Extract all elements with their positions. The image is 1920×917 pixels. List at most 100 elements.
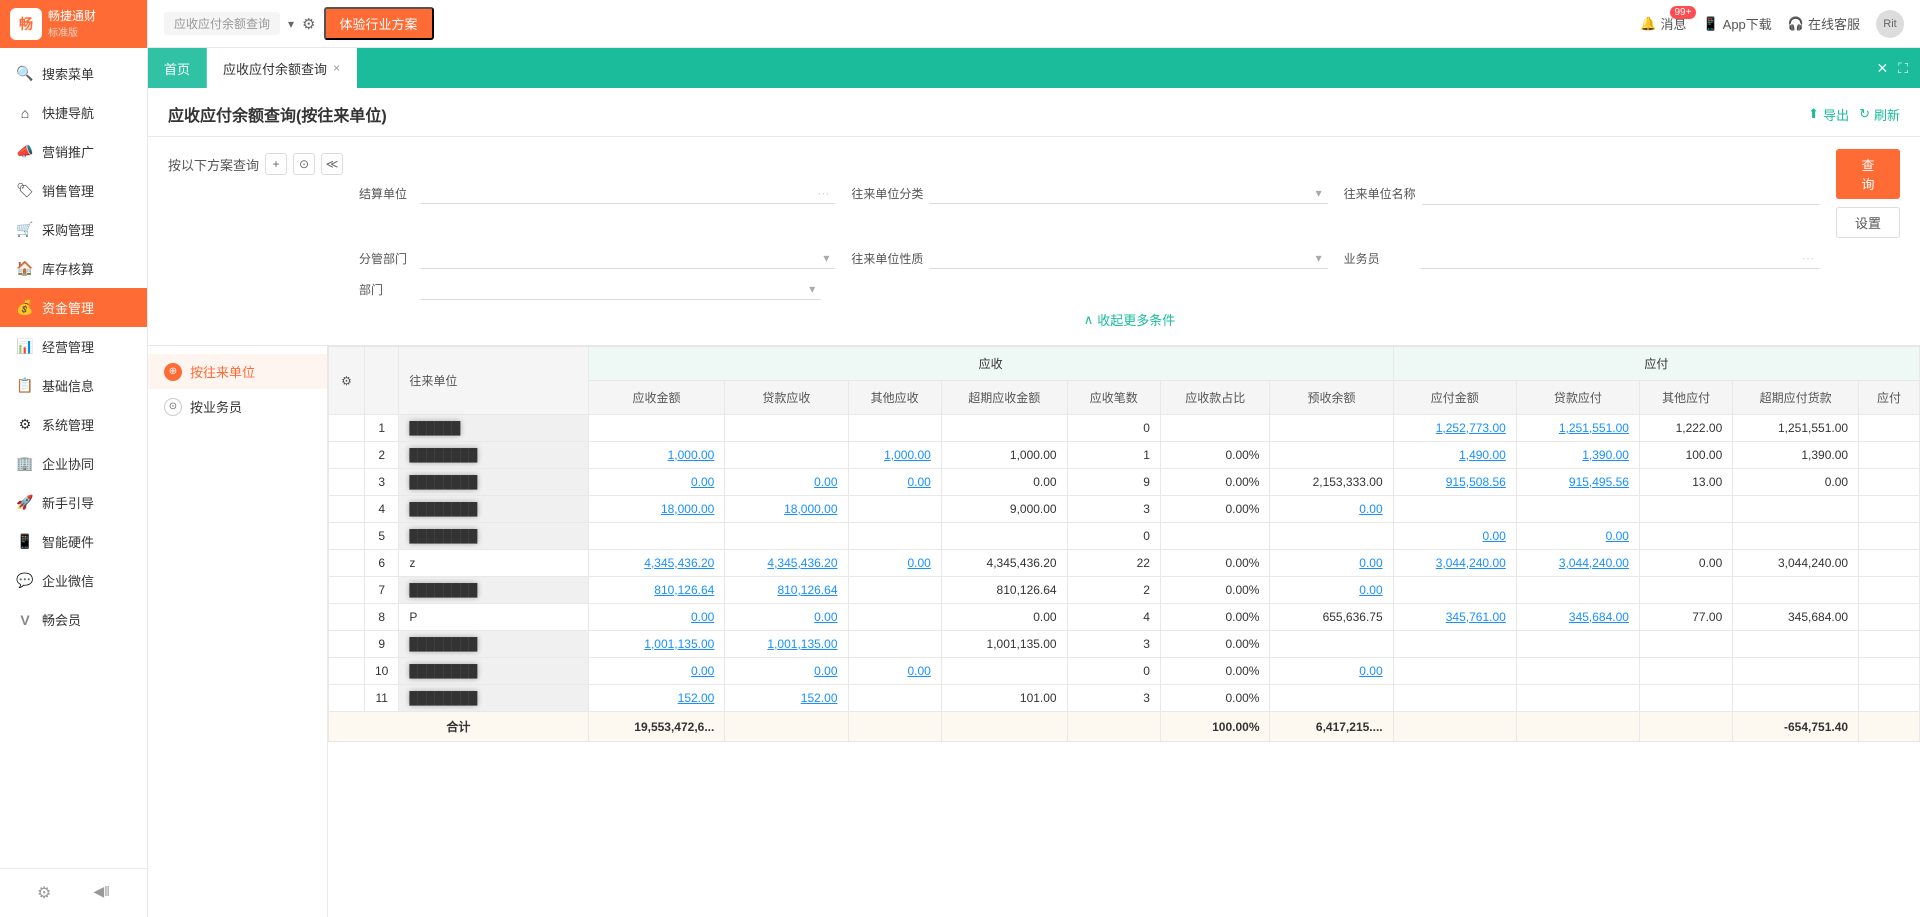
- query-button[interactable]: 查询: [1836, 149, 1900, 199]
- settlement-unit-label: 结算单位: [359, 185, 414, 202]
- ap-other-header: 其他应付: [1639, 381, 1732, 415]
- partner-nature-label: 往来单位性质: [851, 250, 923, 267]
- table-area[interactable]: ⚙ 往来单位 应收 应付 应收金额 贷款应收 其他应收 超期应收金额 应收笔数: [328, 346, 1920, 917]
- online-service-item[interactable]: 🎧 在线客服: [1788, 14, 1860, 33]
- ap-rest: [1859, 415, 1920, 442]
- topbar-left: 应收应付余额查询 ▾ ⚙ 体验行业方案: [164, 7, 1628, 40]
- footer-prepaid: 6,417,215....: [1270, 712, 1393, 742]
- ar-overdue-header: 超期应收金额: [941, 381, 1067, 415]
- data-table: ⚙ 往来单位 应收 应付 应收金额 贷款应收 其他应收 超期应收金额 应收笔数: [328, 346, 1920, 742]
- sidebar-item-purchase[interactable]: 🛒 采购管理: [0, 210, 147, 249]
- salesperson-input[interactable]: ···: [1420, 248, 1820, 269]
- page-actions: ⬆ 导出 ↻ 刷新: [1808, 105, 1900, 124]
- sidebar-item-quick-nav[interactable]: ⌂ 快捷导航: [0, 93, 147, 132]
- ar-overdue: [941, 415, 1067, 442]
- export-button[interactable]: ⬆ 导出: [1808, 105, 1849, 124]
- page-content: 应收应付余额查询(按往来单位) ⬆ 导出 ↻ 刷新 按以下方案查: [148, 88, 1920, 917]
- add-scheme-button[interactable]: +: [265, 153, 287, 175]
- sidebar-item-wechat[interactable]: 💬 企业微信: [0, 561, 147, 600]
- collapse-icon[interactable]: ◀‖: [93, 883, 110, 903]
- app-download-item[interactable]: 📱 App下载: [1702, 14, 1771, 33]
- settings-col-header[interactable]: ⚙: [329, 347, 365, 415]
- dept-select[interactable]: ▾: [420, 279, 821, 300]
- sidebar-item-search-menu[interactable]: 🔍 搜索菜单: [0, 54, 147, 93]
- table-row: 9 ████████ 1,001,135.00 1,001,135.00 1,0…: [329, 631, 1920, 658]
- sidebar-item-operations[interactable]: 📊 经营管理: [0, 327, 147, 366]
- table-row: 10 ████████ 0.00 0.00 0.00 0 0.00% 0.00: [329, 658, 1920, 685]
- table-row: 2 ████████ 1,000.00 1,000.00 1,000.00 1 …: [329, 442, 1920, 469]
- member-icon: V: [16, 612, 34, 628]
- topbar-right: 🔔 消息 99+ 📱 App下载 🎧 在线客服 Rit: [1640, 10, 1904, 38]
- settlement-unit-input[interactable]: ···: [420, 183, 835, 204]
- row-num-col-header: [365, 347, 399, 415]
- left-panel-item-by-partner[interactable]: ⊕ 按往来单位: [148, 354, 327, 389]
- sidebar-bottom: ⚙ ◀‖: [0, 868, 147, 917]
- footer-ar-ratio: 100.00%: [1160, 712, 1270, 742]
- footer-ap-total: -654,751.40: [1733, 712, 1859, 742]
- collapse-button[interactable]: ∧ 收起更多条件: [359, 306, 1900, 333]
- partner-name: ██████: [399, 415, 588, 442]
- sidebar-item-marketing[interactable]: 📣 营销推广: [0, 132, 147, 171]
- left-panel-item-by-salesperson[interactable]: ⊙ 按业务员: [148, 389, 327, 424]
- table-row: 3 ████████ 0.00 0.00 0.00 0.00 9 0.00% 2…: [329, 469, 1920, 496]
- sidebar-item-basic-info[interactable]: 📋 基础信息: [0, 366, 147, 405]
- partner-category-select[interactable]: ▾: [929, 183, 1327, 204]
- sidebar-item-member[interactable]: V 畅会员: [0, 600, 147, 639]
- scheme-more-icon[interactable]: ≪: [321, 153, 343, 175]
- footer-label: 合计: [329, 712, 589, 742]
- settings-gear-icon[interactable]: ⚙: [302, 15, 315, 33]
- operations-icon: 📊: [16, 338, 34, 355]
- system-icon: ⚙: [16, 416, 34, 433]
- promo-button[interactable]: 体验行业方案: [324, 7, 434, 40]
- notification-badge: 99+: [1670, 6, 1697, 19]
- search-scheme-selector: 按以下方案查询 + ⊙ ≪: [168, 149, 343, 175]
- home-icon: ⌂: [16, 105, 34, 121]
- partner-name-input[interactable]: [1422, 183, 1820, 205]
- row-settings[interactable]: [329, 415, 365, 442]
- ap-other: 1,222.00: [1639, 415, 1732, 442]
- tab-home[interactable]: 首页: [148, 48, 207, 88]
- basic-info-icon: 📋: [16, 377, 34, 394]
- ar-loan-header: 贷款应收: [725, 381, 848, 415]
- sidebar-item-system[interactable]: ⚙ 系统管理: [0, 405, 147, 444]
- sidebar-logo: 畅 畅捷通财 标准版: [0, 0, 147, 48]
- logo-text: 畅捷通财 标准版: [48, 9, 96, 40]
- ar-amount-header: 应收金额: [588, 381, 725, 415]
- settings-icon[interactable]: ⚙: [37, 883, 51, 903]
- avatar[interactable]: Rit: [1876, 10, 1904, 38]
- settings-button[interactable]: 设置: [1836, 207, 1900, 238]
- sidebar-item-inventory[interactable]: 🏠 库存核算: [0, 249, 147, 288]
- scheme-settings-icon[interactable]: ⊙: [293, 153, 315, 175]
- breadcrumb: 应收应付余额查询: [164, 12, 280, 35]
- wechat-icon: 💬: [16, 572, 34, 589]
- tab-close-window-icon[interactable]: ✕: [1876, 60, 1888, 77]
- sidebar-item-enterprise[interactable]: 🏢 企业协同: [0, 444, 147, 483]
- ar-other: [848, 415, 941, 442]
- partner-col-header: 往来单位: [399, 347, 588, 415]
- breadcrumb-dropdown-icon[interactable]: ▾: [288, 17, 294, 31]
- prepaid: [1270, 415, 1393, 442]
- sidebar-item-beginner[interactable]: 🚀 新手引导: [0, 483, 147, 522]
- partner-nature-field: 往来单位性质 ▾: [851, 248, 1327, 269]
- tab-ar-ap-query[interactable]: 应收应付余额查询 ×: [207, 48, 357, 88]
- table-row: 4 ████████ 18,000.00 18,000.00 9,000.00 …: [329, 496, 1920, 523]
- sidebar-item-smart-hw[interactable]: 📱 智能硬件: [0, 522, 147, 561]
- page-header: 应收应付余额查询(按往来单位) ⬆ 导出 ↻ 刷新: [148, 88, 1920, 137]
- partner-name-field: 往来单位名称: [1344, 183, 1820, 205]
- salesperson-field: 业务员 ···: [1344, 248, 1820, 269]
- tab-fullscreen-icon[interactable]: ⛶: [1898, 60, 1908, 77]
- notification-item[interactable]: 🔔 消息 99+: [1640, 14, 1686, 33]
- sidebar: 畅 畅捷通财 标准版 🔍 搜索菜单 ⌂ 快捷导航 📣 营销推广 🏷 销售管理 🛒…: [0, 0, 148, 917]
- refresh-button[interactable]: ↻ 刷新: [1859, 105, 1900, 124]
- dept-manager-select[interactable]: ▾: [420, 248, 835, 269]
- dept-manager-field: 分管部门 ▾: [359, 248, 835, 269]
- tab-close-icon[interactable]: ×: [333, 61, 340, 75]
- partner-nature-select[interactable]: ▾: [929, 248, 1327, 269]
- page-title-row: 应收应付余额查询(按往来单位) ⬆ 导出 ↻ 刷新: [168, 102, 1900, 126]
- sidebar-item-sales[interactable]: 🏷 销售管理: [0, 171, 147, 210]
- by-partner-icon: ⊕: [164, 363, 182, 381]
- finance-icon: 💰: [16, 299, 34, 316]
- dept-manager-label: 分管部门: [359, 250, 414, 267]
- sidebar-item-finance[interactable]: 💰 资金管理: [0, 288, 147, 327]
- search-menu-icon: 🔍: [16, 65, 34, 82]
